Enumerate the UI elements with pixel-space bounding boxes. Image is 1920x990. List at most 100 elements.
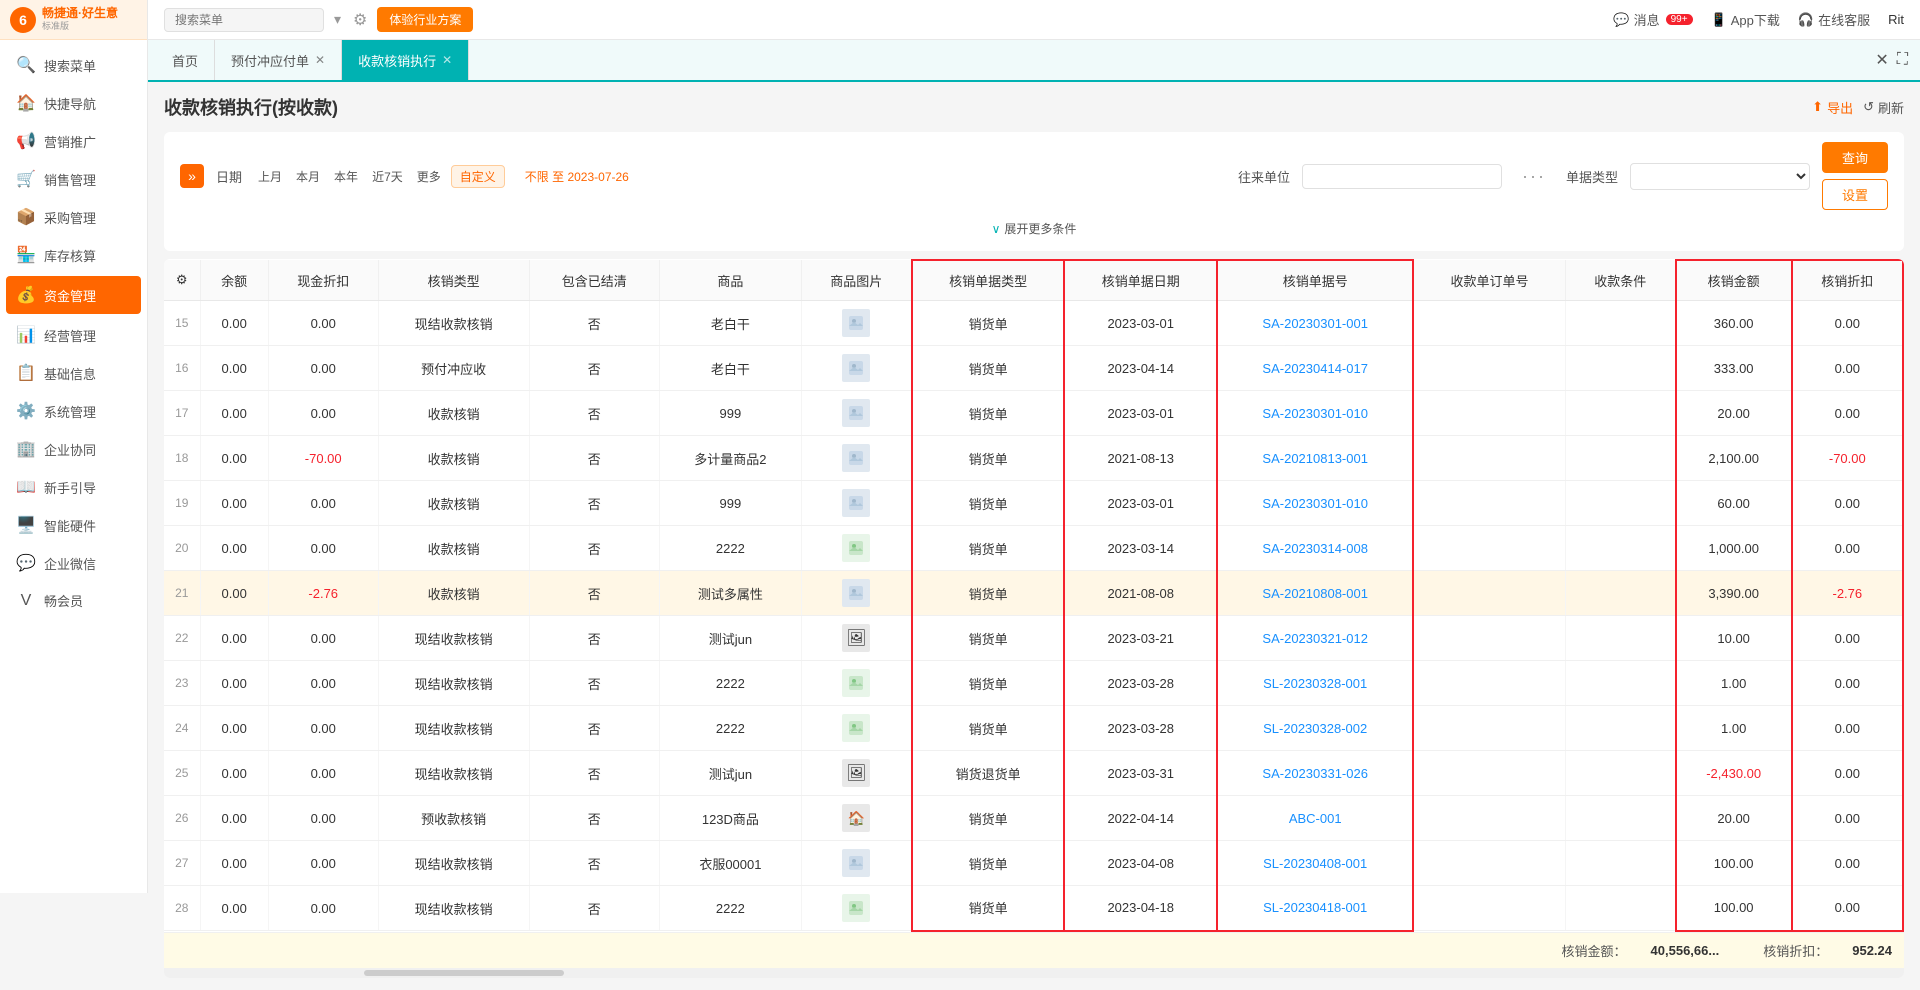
expand-more-btn[interactable]: ∨ 展开更多条件 — [180, 216, 1888, 241]
sidebar-item-system[interactable]: ⚙️ 系统管理 — [0, 392, 147, 430]
app-download-btn[interactable]: 📱 App下载 — [1711, 10, 1780, 29]
date-opt-7days[interactable]: 近7天 — [368, 166, 407, 187]
cell-verify-doc-no[interactable]: SL-20230408-001 — [1217, 841, 1413, 886]
refresh-btn[interactable]: ↺ 刷新 — [1863, 98, 1904, 117]
sidebar-item-quick[interactable]: 🏠 快捷导航 — [0, 84, 147, 122]
sidebar-item-sales[interactable]: 🛒 销售管理 — [0, 160, 147, 198]
doc-no-link[interactable]: SL-20230328-002 — [1263, 721, 1367, 736]
cell-cash-discount: 0.00 — [268, 346, 378, 391]
sidebar-item-hardware[interactable]: 🖥️ 智能硬件 — [0, 506, 147, 544]
cell-verify-doc-date: 2023-03-14 — [1064, 526, 1217, 571]
cell-verify-doc-no[interactable]: SA-20210808-001 — [1217, 571, 1413, 616]
sidebar-item-member[interactable]: V 畅会员 — [0, 582, 147, 619]
settings-topbar-icon[interactable]: ⚙ — [353, 10, 367, 30]
cell-verify-amount: 1.00 — [1676, 706, 1792, 751]
search-input[interactable] — [164, 8, 324, 32]
col-settings[interactable]: ⚙ — [164, 260, 200, 301]
cell-no: 16 — [164, 346, 200, 391]
setting-btn[interactable]: 设置 — [1822, 179, 1888, 210]
cell-verify-doc-no[interactable]: SA-20230301-010 — [1217, 391, 1413, 436]
scrollbar-area[interactable] — [164, 968, 1904, 978]
doc-no-link[interactable]: SA-20230301-010 — [1262, 406, 1368, 421]
doc-no-link[interactable]: SA-20210813-001 — [1262, 451, 1368, 466]
table-container[interactable]: ⚙ 余额 现金折扣 核销类型 包含已结清 商品 商品图片 核销单据类型 核销单据… — [164, 259, 1904, 932]
sidebar-item-marketing[interactable]: 📢 营销推广 — [0, 122, 147, 160]
cell-verify-doc-no[interactable]: SA-20230314-008 — [1217, 526, 1413, 571]
tab-expand-btn[interactable]: ⛶ — [1897, 51, 1908, 69]
doc-no-link[interactable]: SA-20230301-001 — [1262, 316, 1368, 331]
date-opt-more[interactable]: 更多 — [413, 166, 445, 187]
cell-receipt-condition — [1565, 301, 1675, 346]
scrollbar-thumb[interactable] — [364, 970, 564, 976]
doc-no-link[interactable]: SL-20230408-001 — [1263, 856, 1367, 871]
sidebar-item-purchase[interactable]: 📦 采购管理 — [0, 198, 147, 236]
cell-verify-doc-no[interactable]: SL-20230418-001 — [1217, 886, 1413, 931]
date-opt-this-year[interactable]: 本年 — [330, 166, 362, 187]
notification-btn[interactable]: 💬 消息 99+ — [1613, 10, 1692, 29]
cell-verify-doc-no[interactable]: SA-20230321-012 — [1217, 616, 1413, 661]
cell-verify-doc-no[interactable]: SA-20230301-001 — [1217, 301, 1413, 346]
cell-balance: 0.00 — [200, 841, 268, 886]
query-btn[interactable]: 查询 — [1822, 142, 1888, 173]
doc-no-link[interactable]: SL-20230328-001 — [1263, 676, 1367, 691]
doc-no-link[interactable]: SA-20210808-001 — [1262, 586, 1368, 601]
sidebar-item-basic[interactable]: 📋 基础信息 — [0, 354, 147, 392]
export-btn[interactable]: ⬆ 导出 — [1812, 98, 1853, 117]
doc-no-link[interactable]: SA-20230321-012 — [1262, 631, 1368, 646]
cell-verify-type: 预收款核销 — [378, 796, 529, 841]
cell-verify-doc-no[interactable]: SA-20210813-001 — [1217, 436, 1413, 481]
date-opt-last-month[interactable]: 上月 — [254, 166, 286, 187]
date-opt-this-month[interactable]: 本月 — [292, 166, 324, 187]
sidebar-item-enterprise[interactable]: 🏢 企业协同 — [0, 430, 147, 468]
chevron-down-icon: ∨ — [992, 222, 1001, 236]
cell-cash-discount: 0.00 — [268, 841, 378, 886]
cell-product: 衣服00001 — [659, 841, 801, 886]
tab-receipt-close[interactable]: ✕ — [442, 53, 452, 67]
doc-no-link[interactable]: SA-20230414-017 — [1262, 361, 1368, 376]
tab-home[interactable]: 首页 — [156, 40, 215, 80]
cell-verify-doc-no[interactable]: SA-20230301-010 — [1217, 481, 1413, 526]
brand-text: 畅捷通·好生意 标准版 — [42, 6, 118, 33]
cell-verify-doc-date: 2023-03-28 — [1064, 661, 1217, 706]
sales-icon: 🛒 — [16, 169, 36, 189]
industry-btn[interactable]: 体验行业方案 — [377, 7, 473, 32]
cell-product: 2222 — [659, 706, 801, 751]
cell-verify-doc-no[interactable]: SL-20230328-001 — [1217, 661, 1413, 706]
tab-close-all-btn[interactable]: ✕ — [1875, 50, 1888, 70]
tab-receipt[interactable]: 收款核销执行 ✕ — [342, 40, 469, 80]
cell-verify-discount: 0.00 — [1792, 796, 1903, 841]
filter-expand-btn[interactable]: » — [180, 164, 204, 188]
doc-no-link[interactable]: SA-20230314-008 — [1262, 541, 1368, 556]
cell-receipt-order-no — [1413, 481, 1565, 526]
cell-verify-doc-type: 销货单 — [912, 571, 1065, 616]
cell-verify-discount: 0.00 — [1792, 391, 1903, 436]
date-custom[interactable]: 自定义 — [451, 165, 505, 188]
cell-verify-doc-no[interactable]: SA-20230414-017 — [1217, 346, 1413, 391]
sidebar-item-finance[interactable]: 💰 资金管理 — [6, 276, 141, 314]
brand-sub: 标准版 — [42, 21, 118, 33]
online-service-btn[interactable]: 🎧 在线客服 — [1798, 10, 1870, 29]
table-row: 26 0.00 0.00 预收款核销 否 123D商品 🏠 销货单 2022-0… — [164, 796, 1903, 841]
tab-prepay[interactable]: 预付冲应付单 ✕ — [215, 40, 342, 80]
doc-no-link[interactable]: ABC-001 — [1289, 811, 1342, 826]
doc-no-link[interactable]: SA-20230301-010 — [1262, 496, 1368, 511]
sidebar-item-management[interactable]: 📊 经营管理 — [0, 316, 147, 354]
col-product: 商品 — [659, 260, 801, 301]
cell-verify-doc-no[interactable]: ABC-001 — [1217, 796, 1413, 841]
counterparty-input[interactable] — [1302, 164, 1502, 189]
user-name[interactable]: Rit — [1888, 12, 1904, 27]
doc-no-link[interactable]: SL-20230418-001 — [1263, 900, 1367, 915]
cell-verify-doc-no[interactable]: SA-20230331-026 — [1217, 751, 1413, 796]
sidebar-item-inventory[interactable]: 🏪 库存核算 — [0, 236, 147, 274]
voucher-type-select[interactable] — [1630, 163, 1810, 190]
hardware-icon: 🖥️ — [16, 515, 36, 535]
sidebar-item-wechat[interactable]: 💬 企业微信 — [0, 544, 147, 582]
tab-prepay-close[interactable]: ✕ — [315, 53, 325, 67]
cell-verify-doc-no[interactable]: SL-20230328-002 — [1217, 706, 1413, 751]
filter-dots: ··· — [1522, 166, 1546, 187]
dropdown-arrow-icon[interactable]: ▾ — [334, 11, 341, 28]
doc-no-link[interactable]: SA-20230331-026 — [1262, 766, 1368, 781]
sidebar-item-guide[interactable]: 📖 新手引导 — [0, 468, 147, 506]
sidebar-item-search[interactable]: 🔍 搜索菜单 — [0, 46, 147, 84]
cell-cash-discount: 0.00 — [268, 481, 378, 526]
